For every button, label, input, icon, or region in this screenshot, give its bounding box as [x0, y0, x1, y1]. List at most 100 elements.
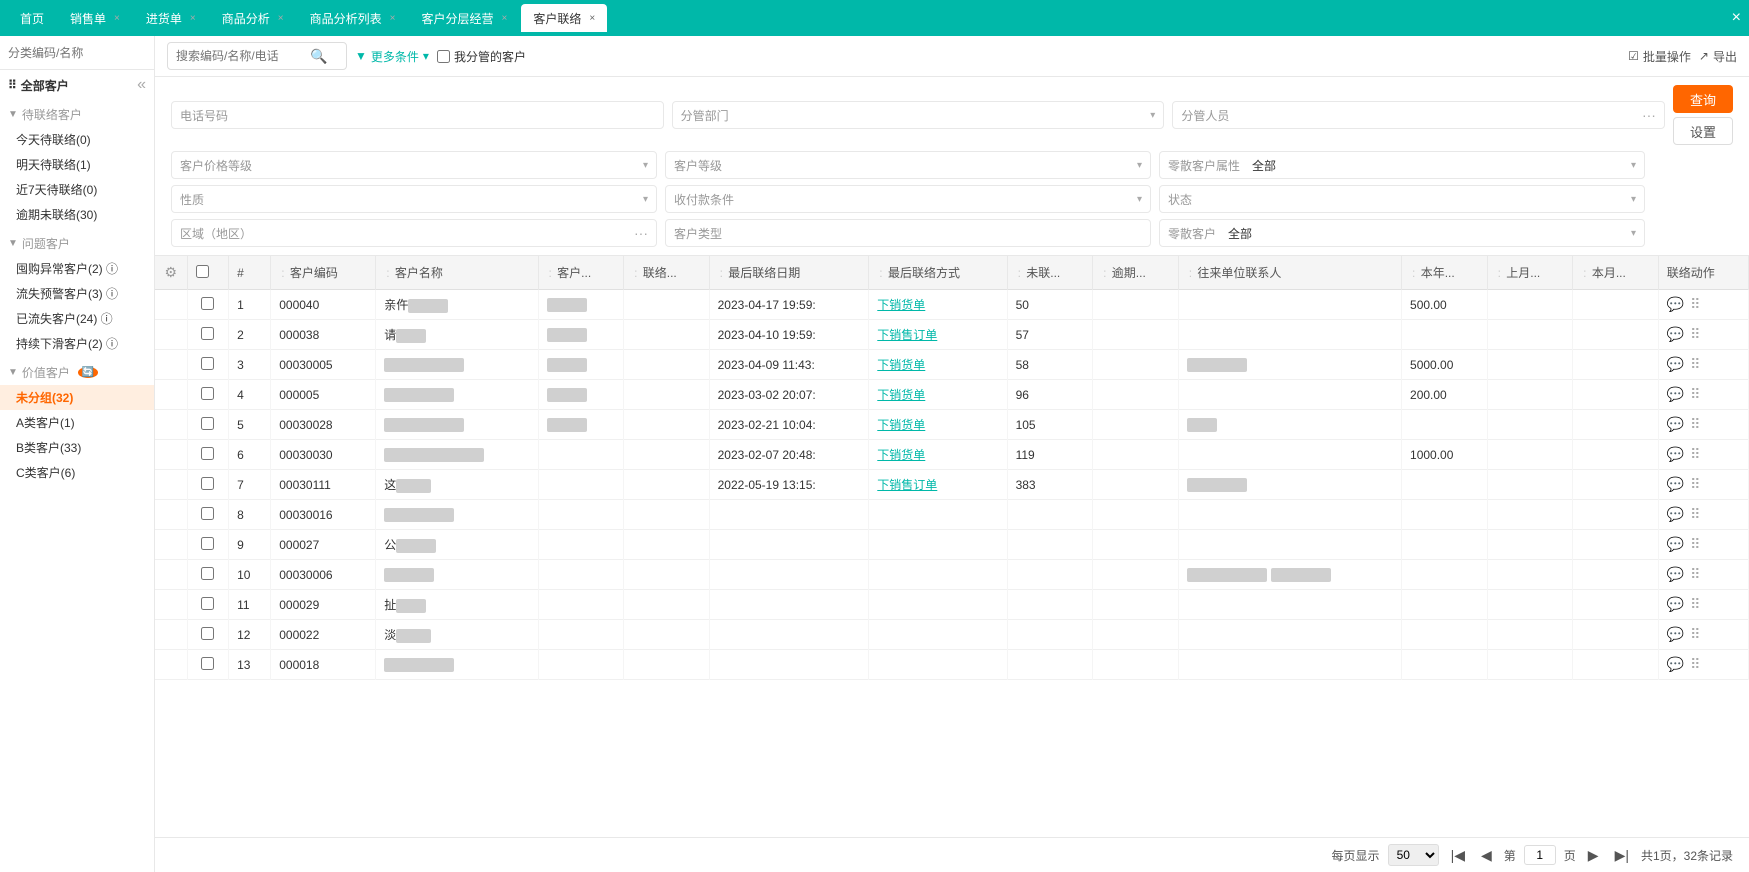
nature-arrow-icon[interactable]: ▾ — [643, 194, 648, 205]
sidebar-item-hoarding[interactable]: 囤购异常客户(2) ⓘ — [0, 256, 154, 281]
sidebar-all-customers[interactable]: ⠿ 全部客户 — [8, 77, 69, 94]
last-way-link[interactable]: 下销售订单 — [877, 328, 937, 342]
td-row-checkbox[interactable] — [187, 320, 229, 350]
td-row-checkbox[interactable] — [187, 590, 229, 620]
th-gear[interactable]: ⚙ — [155, 256, 187, 290]
close-sales-tab[interactable]: × — [114, 13, 120, 24]
th-name[interactable]: : 客户名称 — [376, 256, 538, 290]
dept-arrow-icon[interactable]: ▾ — [1150, 110, 1155, 121]
more-actions-icon[interactable]: ⠿ — [1690, 506, 1700, 523]
sidebar-item-class-c[interactable]: C类客户(6) — [0, 460, 154, 485]
more-actions-icon[interactable]: ⠿ — [1690, 446, 1700, 463]
sidebar-item-ungrouped[interactable]: 未分组(32) — [0, 385, 154, 410]
sidebar-section-problem-title[interactable]: ▼ 问题客户 — [0, 231, 154, 256]
prev-page-btn[interactable]: ◀ — [1477, 845, 1496, 866]
message-icon[interactable]: 💬 — [1667, 626, 1684, 643]
td-actions[interactable]: 💬 ⠿ — [1658, 500, 1748, 530]
phone-input[interactable] — [234, 108, 655, 122]
th-customer[interactable]: : 客户... — [538, 256, 624, 290]
tab-sales[interactable]: 销售单 × — [58, 4, 132, 32]
last-way-link[interactable]: 下销售订单 — [877, 478, 937, 492]
my-customers-check[interactable] — [437, 50, 450, 63]
td-actions[interactable]: 💬 ⠿ — [1658, 590, 1748, 620]
last-way-link[interactable]: 下销货单 — [877, 418, 925, 432]
th-last-way[interactable]: : 最后联络方式 — [869, 256, 1007, 290]
sidebar-item-churn-warning[interactable]: 流失预警客户(3) ⓘ — [0, 281, 154, 306]
sidebar-search-input[interactable] — [8, 46, 155, 60]
more-actions-icon[interactable]: ⠿ — [1690, 596, 1700, 613]
td-actions[interactable]: 💬 ⠿ — [1658, 290, 1748, 320]
message-icon[interactable]: 💬 — [1667, 326, 1684, 343]
td-actions[interactable]: 💬 ⠿ — [1658, 530, 1748, 560]
td-last-way[interactable] — [869, 500, 1007, 530]
td-last-way[interactable]: 下销售订单 — [869, 470, 1007, 500]
row-checkbox[interactable] — [201, 447, 214, 460]
td-last-way[interactable]: 下销货单 — [869, 440, 1007, 470]
window-close-button[interactable]: × — [1732, 9, 1741, 27]
search-icon[interactable]: 🔍 — [310, 48, 327, 65]
th-overdue[interactable]: : 逾期... — [1093, 256, 1179, 290]
row-checkbox[interactable] — [201, 417, 214, 430]
td-actions[interactable]: 💬 ⠿ — [1658, 320, 1748, 350]
message-icon[interactable]: 💬 — [1667, 506, 1684, 523]
row-checkbox[interactable] — [201, 477, 214, 490]
first-page-btn[interactable]: |◀ — [1447, 845, 1469, 866]
more-actions-icon[interactable]: ⠿ — [1690, 356, 1700, 373]
sidebar-item-today[interactable]: 今天待联络(0) — [0, 127, 154, 152]
customer-grade-arrow-icon[interactable]: ▾ — [1137, 160, 1142, 171]
td-row-checkbox[interactable] — [187, 380, 229, 410]
td-last-way[interactable]: 下销货单 — [869, 380, 1007, 410]
more-actions-icon[interactable]: ⠿ — [1690, 326, 1700, 343]
td-last-way[interactable] — [869, 530, 1007, 560]
message-icon[interactable]: 💬 — [1667, 656, 1684, 673]
person-dots-icon[interactable]: ··· — [1642, 107, 1656, 123]
row-checkbox[interactable] — [201, 597, 214, 610]
status-arrow-icon[interactable]: ▾ — [1631, 194, 1636, 205]
message-icon[interactable]: 💬 — [1667, 536, 1684, 553]
page-input[interactable] — [1524, 845, 1556, 865]
row-checkbox[interactable] — [201, 327, 214, 340]
td-actions[interactable]: 💬 ⠿ — [1658, 620, 1748, 650]
sidebar-item-tomorrow[interactable]: 明天待联络(1) — [0, 152, 154, 177]
close-analysis-list-tab[interactable]: × — [390, 13, 396, 24]
td-row-checkbox[interactable] — [187, 500, 229, 530]
td-row-checkbox[interactable] — [187, 470, 229, 500]
row-checkbox[interactable] — [201, 657, 214, 670]
row-checkbox[interactable] — [201, 387, 214, 400]
message-icon[interactable]: 💬 — [1667, 596, 1684, 613]
close-customer-mgmt-tab[interactable]: × — [501, 13, 507, 24]
th-checkbox[interactable] — [187, 256, 229, 290]
tab-customer-contact[interactable]: 客户联络 × — [521, 4, 607, 32]
sidebar-item-class-b[interactable]: B类客户(33) — [0, 435, 154, 460]
search-box[interactable]: 🔍 — [167, 42, 347, 70]
td-last-way[interactable]: 下销售订单 — [869, 320, 1007, 350]
close-purchase-tab[interactable]: × — [190, 13, 196, 24]
td-last-way[interactable] — [869, 620, 1007, 650]
td-row-checkbox[interactable] — [187, 530, 229, 560]
td-row-checkbox[interactable] — [187, 290, 229, 320]
td-actions[interactable]: 💬 ⠿ — [1658, 470, 1748, 500]
more-actions-icon[interactable]: ⠿ — [1690, 656, 1700, 673]
message-icon[interactable]: 💬 — [1667, 476, 1684, 493]
price-grade-arrow-icon[interactable]: ▾ — [643, 160, 648, 171]
td-actions[interactable]: 💬 ⠿ — [1658, 650, 1748, 680]
close-analysis-tab[interactable]: × — [278, 13, 284, 24]
gear-icon[interactable]: ⚙ — [164, 264, 177, 280]
td-row-checkbox[interactable] — [187, 620, 229, 650]
th-code[interactable]: : 客户编码 — [271, 256, 376, 290]
th-unit-contact[interactable]: : 往来单位联系人 — [1178, 256, 1401, 290]
last-way-link[interactable]: 下销货单 — [877, 448, 925, 462]
th-last-month[interactable]: : 上月... — [1487, 256, 1573, 290]
td-actions[interactable]: 💬 ⠿ — [1658, 350, 1748, 380]
row-checkbox[interactable] — [201, 507, 214, 520]
more-actions-icon[interactable]: ⠿ — [1690, 566, 1700, 583]
retail-customer-arrow-icon[interactable]: ▾ — [1631, 228, 1636, 239]
export-btn[interactable]: ↗ 导出 — [1699, 48, 1737, 65]
more-actions-icon[interactable]: ⠿ — [1690, 536, 1700, 553]
td-actions[interactable]: 💬 ⠿ — [1658, 380, 1748, 410]
sidebar-item-overdue[interactable]: 逾期未联络(30) — [0, 202, 154, 227]
td-actions[interactable]: 💬 ⠿ — [1658, 560, 1748, 590]
sidebar-item-churned[interactable]: 已流失客户(24) ⓘ — [0, 306, 154, 331]
sidebar-search-box[interactable]: 🔍 — [0, 36, 154, 70]
tab-customer-mgmt[interactable]: 客户分层经营 × — [409, 4, 519, 32]
